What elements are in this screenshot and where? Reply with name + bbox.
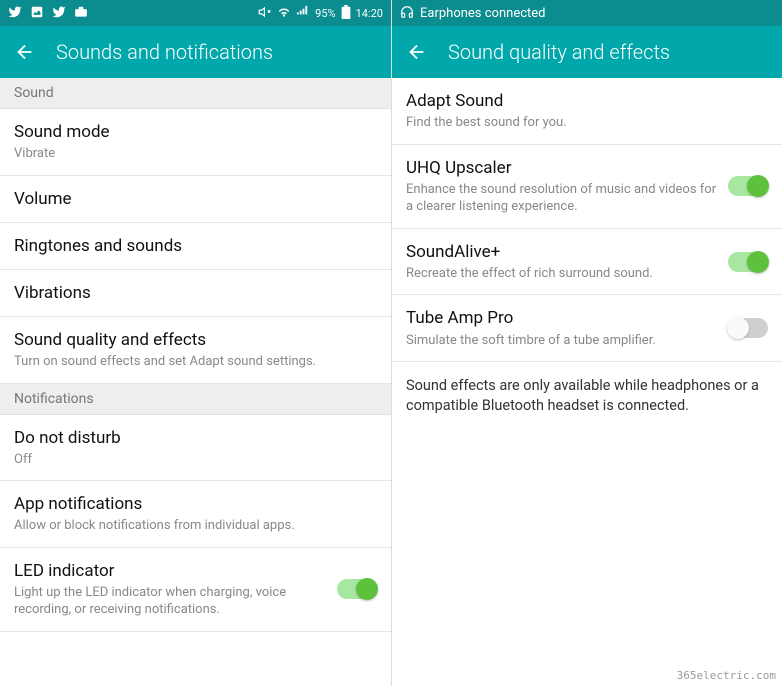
clock-time: 14:20 [356, 7, 383, 20]
battery-percent: 95% [315, 7, 335, 20]
row-volume[interactable]: Volume [0, 176, 391, 223]
row-tube-amp[interactable]: Tube Amp Pro Simulate the soft timbre of… [392, 295, 782, 362]
statusbar-left: 95% 14:20 [0, 0, 391, 26]
back-arrow-icon[interactable] [406, 41, 428, 63]
row-subtitle: Simulate the soft timbre of a tube ampli… [406, 332, 718, 350]
twitter-icon-2 [52, 5, 66, 22]
row-title: App notifications [14, 493, 377, 515]
screen-sound-quality: Earphones connected Sound quality and ef… [391, 0, 782, 686]
content-right: Adapt Sound Find the best sound for you.… [392, 78, 782, 686]
availability-note: Sound effects are only available while h… [392, 362, 782, 431]
row-vibrations[interactable]: Vibrations [0, 270, 391, 317]
row-title: Vibrations [14, 282, 377, 304]
earphones-label: Earphones connected [420, 6, 546, 21]
row-ringtones[interactable]: Ringtones and sounds [0, 223, 391, 270]
row-dnd[interactable]: Do not disturb Off [0, 415, 391, 482]
page-title: Sounds and notifications [56, 40, 273, 64]
row-adapt-sound[interactable]: Adapt Sound Find the best sound for you. [392, 78, 782, 145]
screen-sounds-notifications: 95% 14:20 Sounds and notifications Sound… [0, 0, 391, 686]
twitter-icon [8, 5, 22, 22]
row-subtitle: Light up the LED indicator when charging… [14, 584, 327, 619]
appbar-right: Sound quality and effects [392, 26, 782, 78]
page-title: Sound quality and effects [448, 40, 670, 64]
headphones-icon [400, 5, 414, 22]
row-subtitle: Recreate the effect of rich surround sou… [406, 265, 718, 283]
appbar-left: Sounds and notifications [0, 26, 391, 78]
row-title: LED indicator [14, 560, 327, 582]
toggle-soundalive[interactable] [728, 252, 768, 272]
watermark: 365electric.com [677, 669, 776, 682]
section-header-notifications: Notifications [0, 384, 391, 415]
signal-icon [296, 5, 310, 22]
row-subtitle: Allow or block notifications from indivi… [14, 517, 377, 535]
row-title: Sound mode [14, 121, 377, 143]
row-uhq-upscaler[interactable]: UHQ Upscaler Enhance the sound resolutio… [392, 145, 782, 229]
battery-icon [341, 5, 351, 22]
row-subtitle: Turn on sound effects and set Adapt soun… [14, 353, 377, 371]
row-title: Adapt Sound [406, 90, 768, 112]
row-subtitle: Off [14, 451, 377, 469]
row-title: Do not disturb [14, 427, 377, 449]
statusbar-right: Earphones connected [392, 0, 782, 26]
row-title: Ringtones and sounds [14, 235, 377, 257]
row-sound-quality[interactable]: Sound quality and effects Turn on sound … [0, 317, 391, 384]
row-subtitle: Find the best sound for you. [406, 114, 768, 132]
row-title: Tube Amp Pro [406, 307, 718, 329]
row-title: SoundAlive+ [406, 241, 718, 263]
gallery-icon [30, 5, 44, 22]
wifi-icon [277, 5, 291, 22]
row-led-indicator[interactable]: LED indicator Light up the LED indicator… [0, 548, 391, 632]
briefcase-icon [74, 5, 88, 22]
section-header-sound: Sound [0, 78, 391, 109]
row-subtitle: Enhance the sound resolution of music an… [406, 181, 718, 216]
content-left: Sound Sound mode Vibrate Volume Ringtone… [0, 78, 391, 686]
row-sound-mode[interactable]: Sound mode Vibrate [0, 109, 391, 176]
toggle-led[interactable] [337, 579, 377, 599]
row-soundalive[interactable]: SoundAlive+ Recreate the effect of rich … [392, 229, 782, 296]
row-subtitle: Vibrate [14, 145, 377, 163]
row-title: Volume [14, 188, 377, 210]
row-title: UHQ Upscaler [406, 157, 718, 179]
row-app-notifications[interactable]: App notifications Allow or block notific… [0, 481, 391, 548]
toggle-uhq[interactable] [728, 176, 768, 196]
mute-icon [258, 5, 272, 22]
back-arrow-icon[interactable] [14, 41, 36, 63]
toggle-tube-amp[interactable] [728, 318, 768, 338]
row-title: Sound quality and effects [14, 329, 377, 351]
